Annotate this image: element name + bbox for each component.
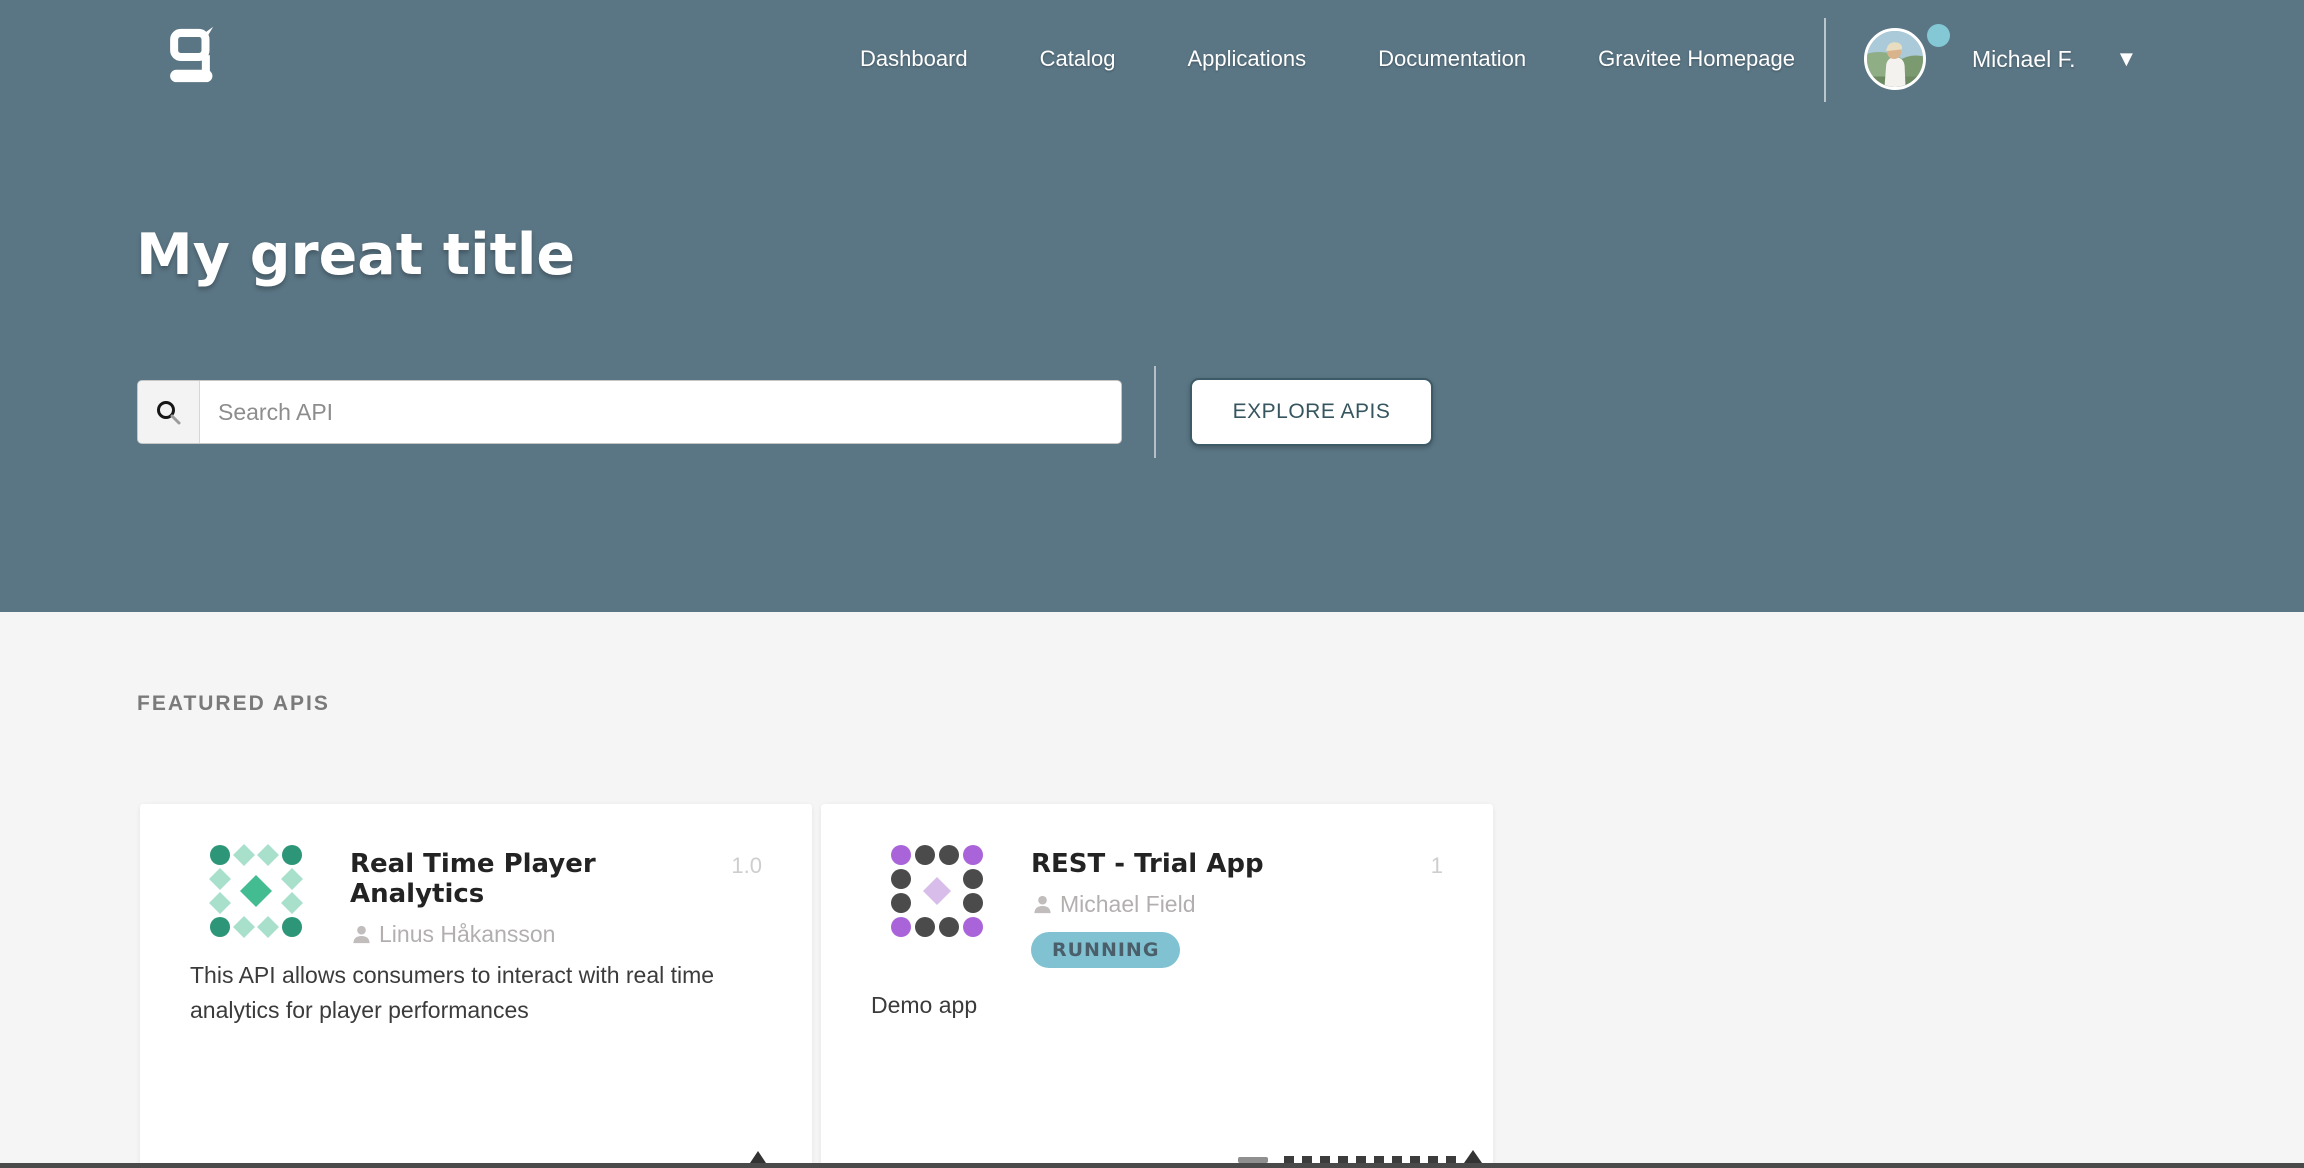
api-owner: Linus Håkansson: [350, 921, 731, 948]
cutoff-fragment: [1464, 1150, 1482, 1163]
search-button-divider: [1154, 366, 1156, 458]
hero-section: Dashboard Catalog Applications Documenta…: [0, 0, 2304, 612]
api-owner: Michael Field: [1031, 891, 1264, 918]
api-owner-name: Michael Field: [1060, 891, 1196, 918]
avatar[interactable]: [1864, 28, 1926, 90]
api-dot-grid-icon: [208, 843, 304, 939]
card-header: REST - Trial App Michael Field RUNNING 1: [871, 843, 1443, 968]
chevron-down-icon[interactable]: ▼: [2116, 48, 2138, 70]
search-icon: [155, 399, 182, 426]
cutoff-fragment: [1284, 1156, 1462, 1163]
api-card-rest-trial-app[interactable]: REST - Trial App Michael Field RUNNING 1…: [821, 804, 1493, 1168]
featured-apis-heading: FEATURED APIS: [137, 692, 330, 716]
explore-apis-button[interactable]: EXPLORE APIS: [1190, 378, 1433, 446]
bottom-edge-bar: [0, 1163, 2304, 1168]
search-input[interactable]: [200, 381, 1121, 443]
card-info: REST - Trial App Michael Field RUNNING: [1031, 843, 1264, 968]
nav-gravitee-homepage[interactable]: Gravitee Homepage: [1598, 46, 1795, 72]
person-icon: [350, 923, 373, 946]
portal-page: Dashboard Catalog Applications Documenta…: [0, 0, 2304, 1168]
api-description: Demo app: [871, 988, 1436, 1023]
card-header: Real Time Player Analytics Linus Håkanss…: [190, 843, 762, 948]
cutoff-fragment: [750, 1151, 766, 1163]
search-box: [137, 380, 1122, 444]
api-version: 1: [1431, 843, 1443, 879]
page-title: My great title: [136, 222, 575, 288]
nav-documentation[interactable]: Documentation: [1378, 46, 1526, 72]
api-dot-grid-icon: [889, 843, 985, 939]
search-icon-button[interactable]: [138, 381, 200, 443]
user-name[interactable]: Michael F.: [1972, 46, 2076, 73]
featured-cards-row: Real Time Player Analytics Linus Håkanss…: [140, 804, 1493, 1168]
user-menu[interactable]: Michael F. ▼: [1864, 0, 2137, 118]
api-title: REST - Trial App: [1031, 849, 1264, 879]
nav-applications[interactable]: Applications: [1187, 46, 1306, 72]
api-description: This API allows consumers to interact wi…: [190, 958, 755, 1028]
status-dot: [1927, 24, 1950, 47]
search-row: EXPLORE APIS: [137, 366, 1433, 458]
api-title: Real Time Player Analytics: [350, 849, 731, 909]
api-card-real-time-player-analytics[interactable]: Real Time Player Analytics Linus Håkanss…: [140, 804, 812, 1168]
gravitee-logo-icon[interactable]: [164, 26, 220, 96]
api-owner-name: Linus Håkansson: [379, 921, 555, 948]
nav-dashboard[interactable]: Dashboard: [860, 46, 968, 72]
avatar-photo: [1867, 31, 1923, 87]
topbar-divider: [1824, 18, 1826, 102]
main-nav: Dashboard Catalog Applications Documenta…: [860, 0, 1795, 118]
card-info: Real Time Player Analytics Linus Håkanss…: [350, 843, 731, 948]
api-version: 1.0: [731, 843, 762, 879]
nav-catalog[interactable]: Catalog: [1040, 46, 1116, 72]
person-icon: [1031, 893, 1054, 916]
status-badge: RUNNING: [1031, 932, 1180, 968]
